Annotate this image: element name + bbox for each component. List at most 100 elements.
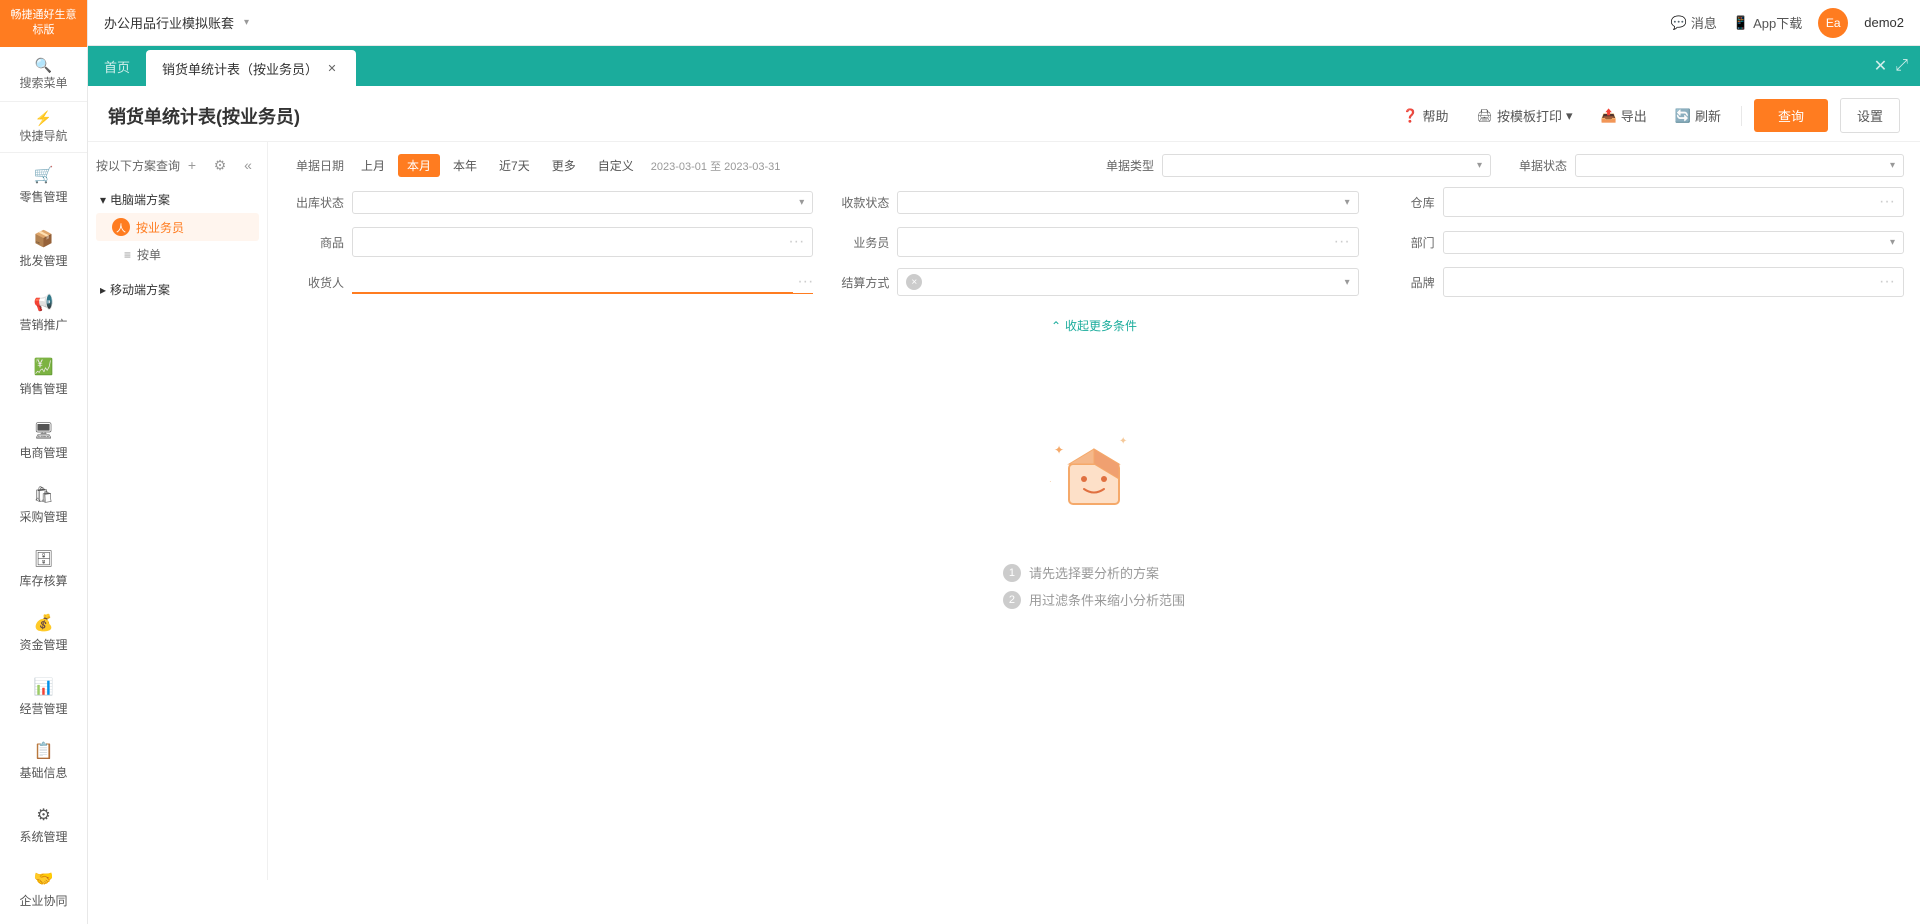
department-select[interactable] — [1443, 231, 1904, 254]
sidebar-item-marketing[interactable]: 📢 营销推广 — [0, 281, 87, 345]
brand-select[interactable]: ··· — [1443, 267, 1904, 297]
desktop-scheme-header[interactable]: ▾ 电脑端方案 — [96, 186, 259, 213]
filter-cell-doc-status: 单据状态 — [1507, 154, 1904, 177]
doc-status-select[interactable] — [1575, 154, 1904, 177]
filter-cell-brand: 品牌 ··· — [1375, 267, 1904, 297]
mobile-scheme-header[interactable]: ▸ 移动端方案 — [96, 276, 259, 303]
help-btn[interactable]: ❓ 帮助 — [1394, 102, 1456, 129]
tab-expand-btn[interactable]: ⤢ — [1895, 57, 1908, 75]
sidebar-item-finance[interactable]: 💰 资金管理 — [0, 601, 87, 665]
scheme-item-order[interactable]: ≡ 按单 — [96, 241, 259, 268]
left-panel-title: 按以下方案查询 — [96, 157, 180, 174]
payment-status-arrow — [1345, 197, 1350, 208]
tab-close-all-btn[interactable]: ✕ — [1874, 56, 1887, 76]
retail-label: 零售管理 — [19, 188, 67, 205]
purchase-icon: 🛍 — [33, 485, 53, 505]
sidebar-item-purchase[interactable]: 🛍 采购管理 — [0, 473, 87, 537]
query-button[interactable]: 查询 — [1754, 99, 1828, 132]
tip1-text: 请先选择要分析的方案 — [1029, 563, 1159, 582]
print-dropdown-icon[interactable]: ▾ — [1566, 108, 1573, 124]
app-download-btn[interactable]: 📱 App下载 — [1733, 13, 1802, 32]
payment-status-select[interactable] — [897, 191, 1358, 214]
date-range-text: 2023-03-01 至 2023-03-31 — [651, 158, 781, 174]
breadcrumb-dropdown-icon[interactable]: ▾ — [244, 17, 249, 28]
collapse-panel-btn[interactable]: « — [237, 154, 259, 176]
warehouse-dots[interactable]: ··· — [1879, 193, 1895, 211]
user-avatar[interactable]: Ea — [1818, 8, 1848, 38]
sidebar-search-label: 搜索菜单 — [8, 74, 79, 91]
date-tab-custom[interactable]: 自定义 — [589, 154, 643, 177]
help-icon: ❓ — [1402, 108, 1418, 124]
desktop-scheme-label: 电脑端方案 — [110, 191, 170, 208]
chevron-right-icon: ▸ — [100, 283, 106, 297]
collapse-row: ⌃ 收起更多条件 — [284, 307, 1904, 344]
receiver-dots[interactable]: ··· — [797, 273, 813, 291]
settlement-clear-btn[interactable]: × — [906, 274, 922, 290]
salesperson-select[interactable]: ··· — [897, 227, 1358, 257]
brand-dots[interactable]: ··· — [1879, 273, 1895, 291]
sidebar-item-basic[interactable]: 📋 基础信息 — [0, 729, 87, 793]
date-tab-this-year[interactable]: 本年 — [444, 154, 486, 177]
collapse-btn[interactable]: ⌃ 收起更多条件 — [1039, 313, 1149, 338]
refresh-btn[interactable]: 🔄 刷新 — [1667, 102, 1729, 129]
warehouse-select[interactable]: ··· — [1443, 187, 1904, 217]
sidebar-search-menu[interactable]: 🔍 搜索菜单 — [0, 47, 87, 102]
settlement-select[interactable]: × — [897, 268, 1358, 296]
export-label: 导出 — [1621, 106, 1647, 125]
basic-label: 基础信息 — [19, 764, 67, 781]
enterprise-icon: 🤝 — [34, 869, 54, 889]
date-tab-last-month[interactable]: 上月 — [352, 154, 394, 177]
filter-cell-salesperson: 业务员 ··· — [829, 227, 1358, 257]
sidebar-quick-nav[interactable]: ⚡ 快捷导航 — [0, 102, 87, 153]
add-scheme-btn[interactable]: + — [181, 154, 203, 176]
filter-row-1: 单据日期 上月 本月 本年 近7天 更多 自定义 — [284, 154, 1904, 177]
left-panel-icons: + ⚙ « — [181, 154, 259, 176]
content-layout: 按以下方案查询 + ⚙ « ▾ 电脑端方案 人 按业务员 — [88, 142, 1920, 880]
sidebar-item-sales[interactable]: 💹 销售管理 — [0, 345, 87, 409]
empty-state-icon: ✦ ✦ · — [1044, 424, 1144, 543]
user-name[interactable]: demo2 — [1864, 15, 1904, 30]
sidebar-item-ecommerce[interactable]: 🖥 电商管理 — [0, 409, 87, 473]
svg-text:✦: ✦ — [1119, 436, 1127, 447]
sidebar-logo[interactable]: 畅捷通好生意 标版 — [0, 0, 87, 47]
goods-select[interactable]: ··· — [352, 227, 813, 257]
sales-label: 销售管理 — [19, 380, 67, 397]
desktop-scheme-group: ▾ 电脑端方案 人 按业务员 ≡ 按单 — [96, 186, 259, 268]
date-tab-last7[interactable]: 近7天 — [490, 154, 539, 177]
sidebar-item-wholesale[interactable]: 📦 批发管理 — [0, 217, 87, 281]
export-btn[interactable]: 📤 导出 — [1593, 102, 1655, 129]
template-print-btn[interactable]: 🖨 按模板打印 ▾ — [1469, 102, 1581, 129]
marketing-icon: 📢 — [34, 293, 54, 313]
main-area: 办公用品行业模拟账套 ▾ 💬 消息 📱 App下载 Ea demo2 首页 销货… — [88, 0, 1920, 924]
date-tab-this-month[interactable]: 本月 — [398, 154, 440, 177]
collapse-label: 收起更多条件 — [1065, 317, 1137, 334]
salesperson-label: 业务员 — [829, 234, 889, 251]
sidebar-item-enterprise[interactable]: 🤝 企业协同 — [0, 857, 87, 921]
template-print-label: 按模板打印 — [1497, 106, 1562, 125]
out-status-select[interactable] — [352, 191, 813, 214]
settings-button[interactable]: 设置 — [1840, 98, 1900, 133]
sidebar-item-operations[interactable]: 📊 经营管理 — [0, 665, 87, 729]
goods-dots[interactable]: ··· — [788, 233, 804, 251]
order-scheme-label: 按单 — [137, 246, 161, 263]
sidebar-item-retail[interactable]: 🛒 零售管理 — [0, 153, 87, 217]
app-download-label: App下载 — [1753, 13, 1802, 32]
tab-home[interactable]: 首页 — [88, 46, 146, 86]
doc-type-select[interactable] — [1162, 154, 1491, 177]
goods-label: 商品 — [284, 234, 344, 251]
operations-icon: 📊 — [34, 677, 54, 697]
scheme-settings-btn[interactable]: ⚙ — [209, 154, 231, 176]
salesperson-dots[interactable]: ··· — [1334, 233, 1350, 251]
sidebar-item-inventory[interactable]: 🗄 库存核算 — [0, 537, 87, 601]
receiver-input[interactable] — [352, 270, 793, 293]
message-btn[interactable]: 💬 消息 — [1671, 13, 1717, 32]
filter-cell-receiver: 收货人 ··· — [284, 267, 813, 297]
tab-close-icon[interactable]: ✕ — [324, 60, 340, 76]
tab-sales-report[interactable]: 销货单统计表（按业务员） ✕ — [146, 50, 356, 86]
sales-icon: 💹 — [34, 357, 54, 377]
sidebar-item-system[interactable]: ⚙ 系统管理 — [0, 793, 87, 857]
print-icon: 🖨 — [1477, 108, 1494, 124]
scheme-item-salesperson[interactable]: 人 按业务员 — [96, 213, 259, 241]
date-tab-more[interactable]: 更多 — [543, 154, 585, 177]
filter-row-2: 出库状态 收款状态 仓库 — [284, 187, 1904, 217]
